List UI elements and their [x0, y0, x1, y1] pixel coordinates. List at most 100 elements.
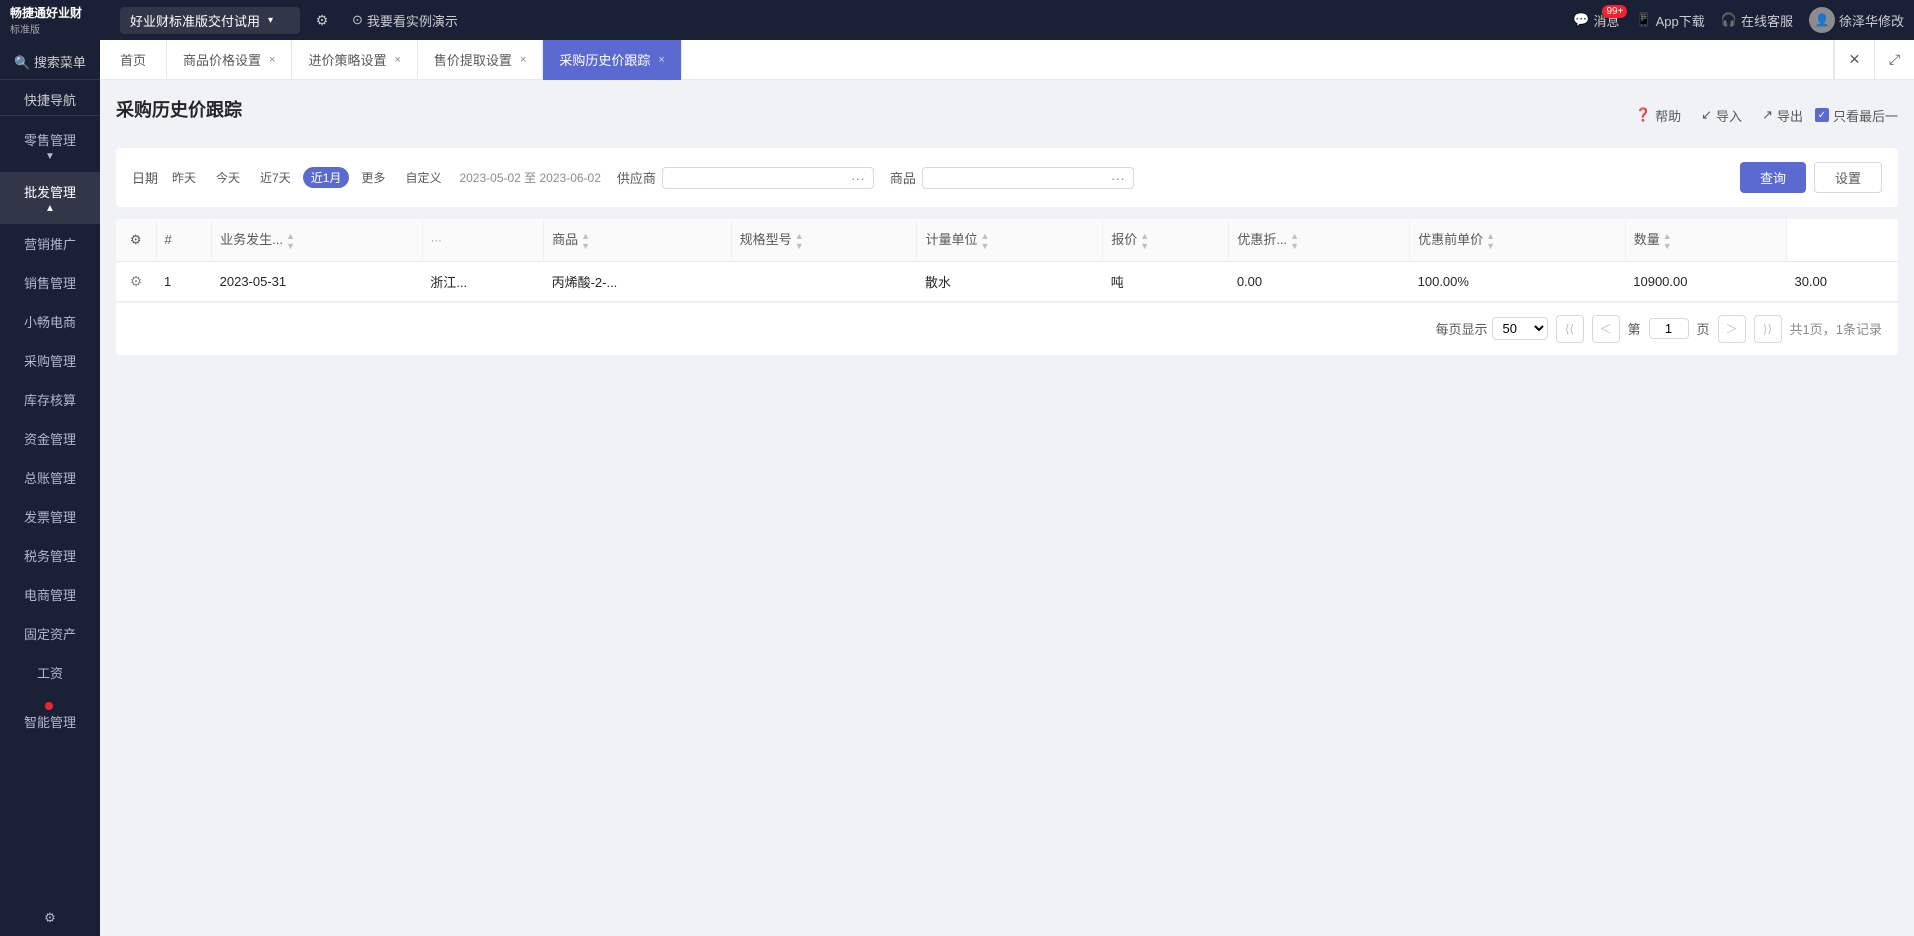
- table-row: ⚙12023-05-31浙江...丙烯酸-2-...散水吨0.00100.00%…: [116, 261, 1898, 301]
- sidebar-item-7[interactable]: 资金管理: [0, 419, 100, 458]
- close-icon[interactable]: ×: [394, 54, 400, 66]
- col-header-spec[interactable]: 规格型号▲▼: [731, 219, 917, 261]
- product-input[interactable]: [931, 170, 1107, 185]
- filter-row: 日期 昨天今天近7天近1月更多自定义 2023-05-02 至 2023-06-…: [132, 162, 1882, 193]
- message-button[interactable]: 💬 消息 99+: [1573, 11, 1619, 30]
- sidebar-quicknav[interactable]: 快捷导航: [0, 84, 100, 116]
- sidebar-item-6[interactable]: 库存核算: [0, 380, 100, 419]
- row-spec: [731, 261, 917, 301]
- first-page-button[interactable]: ⟨⟨: [1556, 315, 1584, 343]
- table-header-row: ⚙ #业务发生...▲▼ ··· 商品▲▼规格型号▲▼计量单位▲▼报价▲▼优惠折...…: [116, 219, 1898, 261]
- sidebar-item-2[interactable]: 营销推广: [0, 224, 100, 263]
- tab-1[interactable]: 商品价格设置×: [167, 40, 292, 80]
- product-dots-button[interactable]: ···: [1111, 170, 1125, 186]
- logo-sub: 标准版: [10, 21, 40, 36]
- sidebar-item-10[interactable]: 税务管理: [0, 536, 100, 575]
- app-logo: 畅捷通好业财 标准版: [10, 4, 110, 36]
- tab-0[interactable]: 首页: [100, 40, 167, 80]
- sidebar-item-0[interactable]: 零售管理▼: [0, 120, 100, 172]
- prev-page-button[interactable]: ＜: [1592, 315, 1620, 343]
- col-header-unit[interactable]: 计量单位▲▼: [917, 219, 1103, 261]
- row-product: 丙烯酸-2-...: [544, 261, 732, 301]
- tab-4[interactable]: 采购历史价跟踪×: [543, 40, 681, 80]
- page-info: 共1页，1条记录: [1790, 319, 1882, 338]
- download-icon: 📱: [1635, 12, 1651, 28]
- settings-icon[interactable]: ⚙: [308, 6, 336, 34]
- version-selector[interactable]: 好业财标准版交付试用 ▾: [120, 7, 300, 34]
- supplier-dots-button[interactable]: ···: [851, 170, 865, 186]
- query-button[interactable]: 查询: [1740, 162, 1806, 193]
- page-size-dropdown[interactable]: 50 100 200: [1492, 317, 1548, 340]
- online-service-button[interactable]: 🎧 在线客服: [1721, 11, 1793, 30]
- col-header-more1[interactable]: ···: [422, 219, 543, 261]
- col-header-quote[interactable]: 报价▲▼: [1103, 219, 1229, 261]
- row-unit: 散水: [917, 261, 1103, 301]
- sidebar-item-11[interactable]: 电商管理: [0, 575, 100, 614]
- date-option-更多[interactable]: 更多: [353, 167, 393, 188]
- logo-main: 畅捷通好业财: [10, 4, 82, 21]
- last-page-button[interactable]: ⟩⟩: [1754, 315, 1782, 343]
- sidebar-item-3[interactable]: 销售管理: [0, 263, 100, 302]
- col-header-biz_date[interactable]: 业务发生...▲▼: [212, 219, 423, 261]
- filter-panel: 日期 昨天今天近7天近1月更多自定义 2023-05-02 至 2023-06-…: [116, 148, 1898, 207]
- sort-icon: ▲▼: [1486, 231, 1495, 251]
- sidebar-item-4[interactable]: 小畅电商: [0, 302, 100, 341]
- page-number-input[interactable]: [1649, 318, 1689, 339]
- date-option-昨天[interactable]: 昨天: [164, 167, 204, 188]
- sidebar-item-13[interactable]: 工资: [0, 653, 100, 692]
- sort-icon: ▲▼: [286, 231, 295, 251]
- export-button[interactable]: ↗ 导出: [1754, 102, 1811, 129]
- user-button[interactable]: 👤 徐泽华修改: [1809, 7, 1904, 33]
- sidebar-item-14[interactable]: 智能管理: [0, 692, 100, 741]
- supplier-input[interactable]: [671, 170, 847, 185]
- top-bar-right: 💬 消息 99+ 📱 App下载 🎧 在线客服 👤 徐泽华修改: [1573, 7, 1904, 33]
- top-bar: 畅捷通好业财 标准版 好业财标准版交付试用 ▾ ⚙ ⊙ 我要看实例演示 💬 消息…: [0, 0, 1914, 40]
- import-button[interactable]: ↙ 导入: [1693, 102, 1750, 129]
- maximize-button[interactable]: ⤢: [1874, 40, 1914, 80]
- gear-col-icon[interactable]: ⚙: [130, 232, 142, 247]
- sidebar-item-12[interactable]: 固定资产: [0, 614, 100, 653]
- content-area: 首页商品价格设置×进价策略设置×售价提取设置×采购历史价跟踪× ✕ ⤢ 采购历史…: [100, 40, 1914, 936]
- date-option-今天[interactable]: 今天: [208, 167, 248, 188]
- sidebar-search[interactable]: 🔍 搜索菜单: [0, 40, 100, 80]
- sort-icon: ▲▼: [795, 231, 804, 251]
- tab-3[interactable]: 售价提取设置 ×: [418, 40, 543, 80]
- settings-button[interactable]: 设置: [1814, 162, 1882, 193]
- tab-label: 售价提取设置: [434, 50, 512, 69]
- close-icon[interactable]: ×: [520, 54, 526, 66]
- user-name: 徐泽华修改: [1839, 11, 1904, 30]
- date-options: 昨天今天近7天近1月更多自定义: [164, 167, 449, 188]
- row-gear[interactable]: ⚙: [116, 261, 156, 301]
- date-option-近1月[interactable]: 近1月: [303, 167, 350, 188]
- demo-button[interactable]: ⊙ 我要看实例演示: [352, 11, 458, 30]
- date-option-自定义[interactable]: 自定义: [397, 167, 449, 188]
- close-icon[interactable]: ×: [269, 54, 275, 66]
- sidebar-item-1[interactable]: 批发管理▲: [0, 172, 100, 224]
- sidebar-item-9[interactable]: 发票管理: [0, 497, 100, 536]
- tab-2[interactable]: 进价策略设置 ×: [292, 40, 417, 80]
- page-size-select: 每页显示 50 100 200: [1435, 317, 1547, 340]
- sidebar-item-8[interactable]: 总账管理: [0, 458, 100, 497]
- app-download-button[interactable]: 📱 App下载: [1635, 11, 1704, 30]
- app-download-label: App下载: [1656, 11, 1705, 30]
- only-last-checkbox[interactable]: ✓ 只看最后一: [1815, 106, 1898, 125]
- sidebar-bottom-gear[interactable]: ⚙: [0, 900, 100, 936]
- close-icon[interactable]: ×: [658, 54, 664, 66]
- close-tab-button[interactable]: ✕: [1834, 40, 1874, 80]
- headset-icon: 🎧: [1721, 12, 1737, 28]
- next-page-button[interactable]: ＞: [1718, 315, 1746, 343]
- col-header-discount[interactable]: 优惠折...▲▼: [1229, 219, 1410, 261]
- more-col-button[interactable]: ···: [431, 235, 442, 247]
- col-header-quantity[interactable]: 数量▲▼: [1625, 219, 1786, 261]
- col-header-product[interactable]: 商品▲▼: [544, 219, 732, 261]
- sub-arrow-icon: ▲: [45, 203, 55, 214]
- supplier-label: 供应商: [617, 168, 656, 187]
- help-button[interactable]: ❓ 帮助: [1627, 102, 1689, 129]
- product-label: 商品: [890, 168, 916, 187]
- tab-label: 进价策略设置: [308, 50, 386, 69]
- sidebar-item-5[interactable]: 采购管理: [0, 341, 100, 380]
- col-header-index: #: [156, 219, 212, 261]
- col-header-unit_price[interactable]: 优惠前单价▲▼: [1410, 219, 1626, 261]
- date-option-近7天[interactable]: 近7天: [252, 167, 299, 188]
- supplier-filter: 供应商 ···: [617, 167, 874, 189]
